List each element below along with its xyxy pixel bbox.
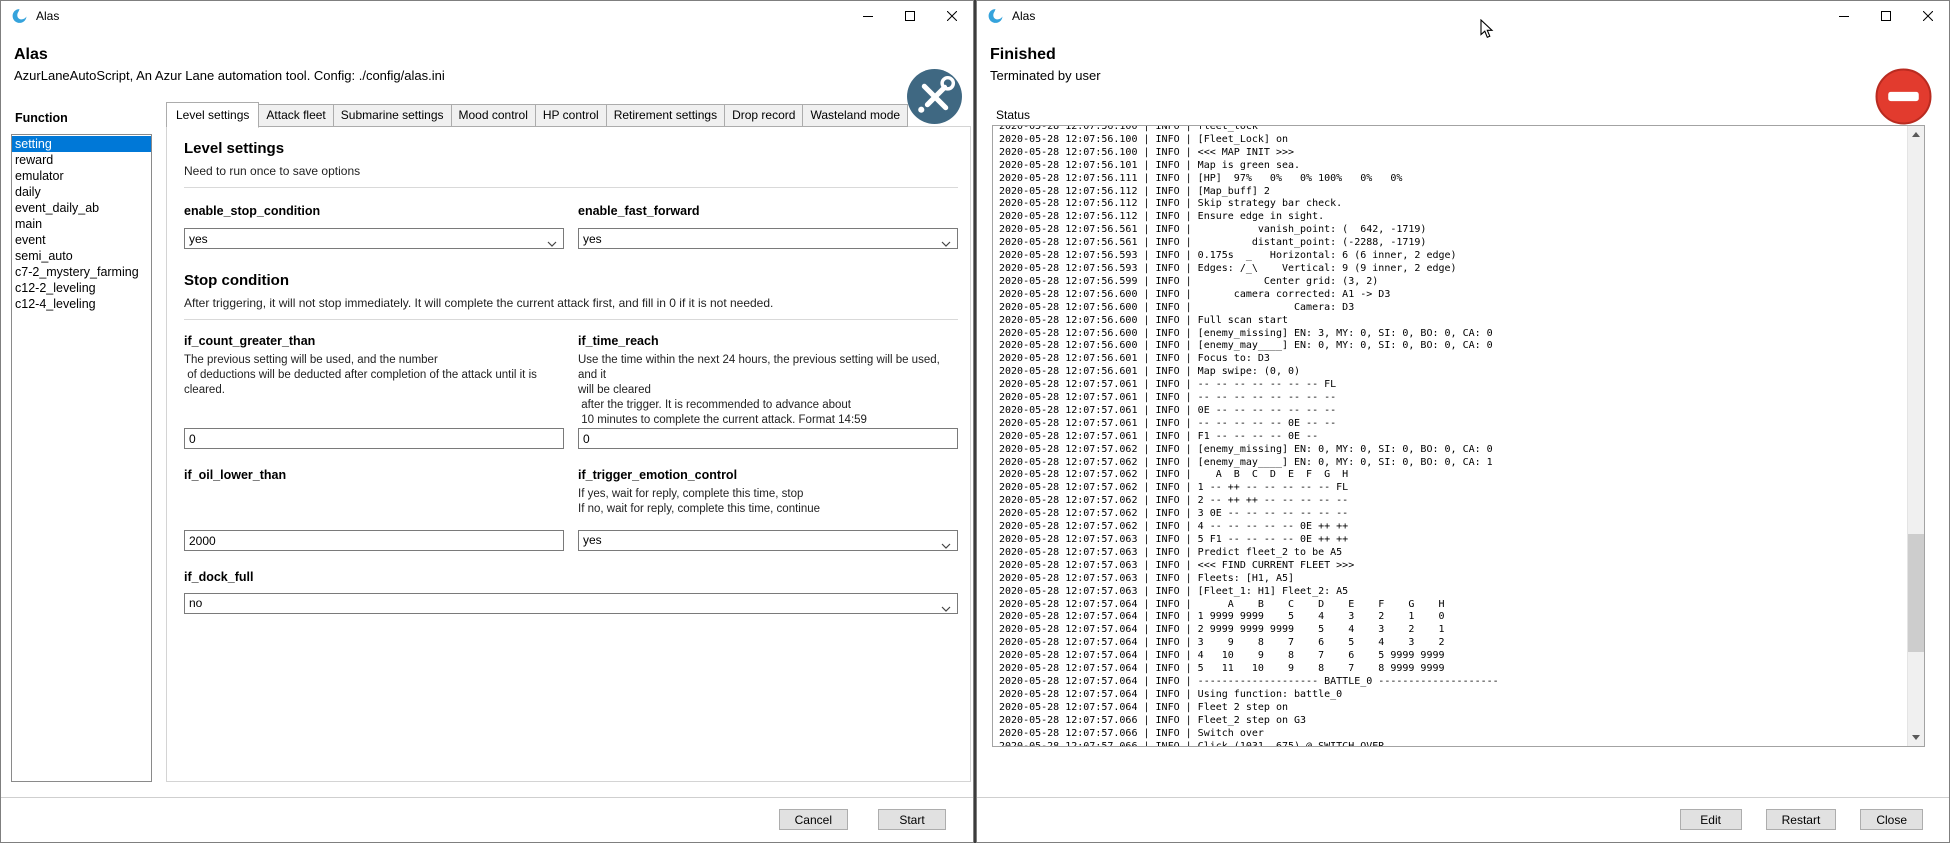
if-trigger-emotion-control-dropdown[interactable]: yes bbox=[578, 530, 958, 551]
dropdown-value: yes bbox=[583, 232, 602, 246]
divider bbox=[184, 187, 958, 188]
maximize-icon bbox=[905, 11, 915, 21]
tab[interactable]: Level settings bbox=[166, 102, 259, 128]
if-dock-full-dropdown[interactable]: no bbox=[184, 593, 958, 614]
level-settings-tab-page: Level settings Need to run once to save … bbox=[166, 126, 971, 782]
field-description: If yes, wait for reply, complete this ti… bbox=[578, 487, 958, 517]
settings-tab-control: Level settingsAttack fleetSubmarine sett… bbox=[166, 105, 971, 782]
chevron-down-icon bbox=[941, 538, 951, 552]
footer-bar: Cancel Start bbox=[1, 797, 973, 843]
close-button[interactable] bbox=[1907, 1, 1949, 31]
maximize-button[interactable] bbox=[1865, 1, 1907, 31]
alas-app-logo-icon bbox=[11, 8, 28, 25]
minimize-icon bbox=[1839, 11, 1849, 21]
close-window-button[interactable]: Close bbox=[1860, 809, 1923, 830]
page-title: Alas bbox=[14, 46, 973, 64]
start-button[interactable]: Start bbox=[878, 809, 946, 830]
field-label-if-dock-full: if_dock_full bbox=[184, 570, 958, 584]
tab[interactable]: Submarine settings bbox=[334, 104, 452, 127]
if-time-reach-input[interactable] bbox=[578, 428, 958, 449]
function-list-item[interactable]: c12-4_leveling bbox=[12, 296, 151, 312]
page-subtitle: AzurLaneAutoScript, An Azur Lane automat… bbox=[14, 68, 973, 83]
dropdown-value: no bbox=[189, 596, 202, 610]
edit-button[interactable]: Edit bbox=[1680, 809, 1742, 830]
minimize-button[interactable] bbox=[1823, 1, 1865, 31]
enable-fast-forward-dropdown[interactable]: yes bbox=[578, 228, 958, 249]
window-title: Alas bbox=[36, 9, 59, 23]
tab-strip[interactable]: Level settingsAttack fleetSubmarine sett… bbox=[166, 105, 971, 127]
alas-log-window: Alas Finished Terminated by user Status … bbox=[976, 0, 1950, 843]
chevron-down-icon bbox=[941, 601, 951, 615]
tab[interactable]: HP control bbox=[536, 104, 607, 127]
field-label-enable-stop-condition: enable_stop_condition bbox=[184, 204, 564, 218]
section-subtitle: After triggering, it will not stop immed… bbox=[184, 296, 958, 310]
window-title: Alas bbox=[1012, 9, 1035, 23]
no-entry-stop-icon bbox=[1875, 68, 1932, 125]
log-output-box: 2020-05-28 12:07:56.100 | INFO | fleet_l… bbox=[992, 125, 1925, 747]
log-scrollbar[interactable] bbox=[1907, 126, 1924, 746]
alas-app-logo-icon bbox=[987, 8, 1004, 25]
dropdown-value: yes bbox=[583, 533, 602, 547]
restart-button[interactable]: Restart bbox=[1766, 809, 1837, 830]
tab[interactable]: Drop record bbox=[725, 104, 803, 127]
log-text: 2020-05-28 12:07:56.100 | INFO | fleet_l… bbox=[993, 125, 1924, 747]
close-icon bbox=[947, 11, 957, 21]
function-list-label: Function bbox=[15, 111, 68, 125]
field-label-if-oil-lower-than: if_oil_lower_than bbox=[184, 468, 564, 482]
if-count-greater-than-input[interactable] bbox=[184, 428, 564, 449]
config-header: Alas AzurLaneAutoScript, An Azur Lane au… bbox=[1, 31, 973, 105]
footer-bar: Edit Restart Close bbox=[977, 797, 1949, 843]
mouse-cursor-arrow bbox=[1480, 19, 1494, 44]
tab[interactable]: Mood control bbox=[452, 104, 536, 127]
function-list-item[interactable]: semi_auto bbox=[12, 248, 151, 264]
function-list-item[interactable]: daily bbox=[12, 184, 151, 200]
scrollbar-thumb[interactable] bbox=[1908, 534, 1924, 652]
field-label-if-count-greater-than: if_count_greater_than bbox=[184, 334, 564, 348]
if-oil-lower-than-input[interactable] bbox=[184, 530, 564, 551]
titlebar[interactable]: Alas bbox=[977, 1, 1949, 31]
alas-config-window: Alas Alas AzurLaneAutoScript, An Azur La… bbox=[0, 0, 974, 843]
function-list-item[interactable]: c12-2_leveling bbox=[12, 280, 151, 296]
titlebar[interactable]: Alas bbox=[1, 1, 973, 31]
dropdown-value: yes bbox=[189, 232, 208, 246]
status-group-label: Status bbox=[996, 108, 1030, 122]
field-label-if-trigger-emotion-control: if_trigger_emotion_control bbox=[578, 468, 958, 482]
arrow-down-icon[interactable] bbox=[1908, 729, 1924, 746]
function-list-item[interactable]: setting bbox=[12, 136, 151, 152]
field-description: The previous setting will be used, and t… bbox=[184, 353, 564, 398]
tab[interactable]: Attack fleet bbox=[259, 104, 333, 127]
tab[interactable]: Wasteland mode bbox=[803, 104, 908, 127]
run-status-subtitle: Terminated by user bbox=[990, 68, 1949, 83]
function-list-item[interactable]: reward bbox=[12, 152, 151, 168]
section-subtitle: Need to run once to save options bbox=[184, 164, 958, 178]
minimize-icon bbox=[863, 11, 873, 21]
close-button[interactable] bbox=[931, 1, 973, 31]
function-list-item[interactable]: main bbox=[12, 216, 151, 232]
close-icon bbox=[1923, 11, 1933, 21]
function-listbox[interactable]: settingrewardemulatordailyevent_daily_ab… bbox=[11, 134, 152, 782]
run-status-header: Finished Terminated by user bbox=[977, 31, 1949, 105]
cancel-button[interactable]: Cancel bbox=[779, 809, 848, 830]
section-title-stop-condition: Stop condition bbox=[184, 272, 958, 289]
arrow-up-icon[interactable] bbox=[1908, 126, 1924, 143]
function-list-item[interactable]: event_daily_ab bbox=[12, 200, 151, 216]
function-list-item[interactable]: c7-2_mystery_farming bbox=[12, 264, 151, 280]
section-title-level-settings: Level settings bbox=[184, 140, 958, 157]
field-description: Use the time within the next 24 hours, t… bbox=[578, 353, 958, 428]
maximize-button[interactable] bbox=[889, 1, 931, 31]
tab[interactable]: Retirement settings bbox=[607, 104, 725, 127]
function-list-item[interactable]: event bbox=[12, 232, 151, 248]
maximize-icon bbox=[1881, 11, 1891, 21]
function-list-item[interactable]: emulator bbox=[12, 168, 151, 184]
divider bbox=[184, 319, 958, 320]
field-label-if-time-reach: if_time_reach bbox=[578, 334, 958, 348]
chevron-down-icon bbox=[941, 236, 951, 250]
field-label-enable-fast-forward: enable_fast_forward bbox=[578, 204, 958, 218]
enable-stop-condition-dropdown[interactable]: yes bbox=[184, 228, 564, 249]
chevron-down-icon bbox=[547, 236, 557, 250]
minimize-button[interactable] bbox=[847, 1, 889, 31]
run-status-title: Finished bbox=[990, 46, 1949, 64]
